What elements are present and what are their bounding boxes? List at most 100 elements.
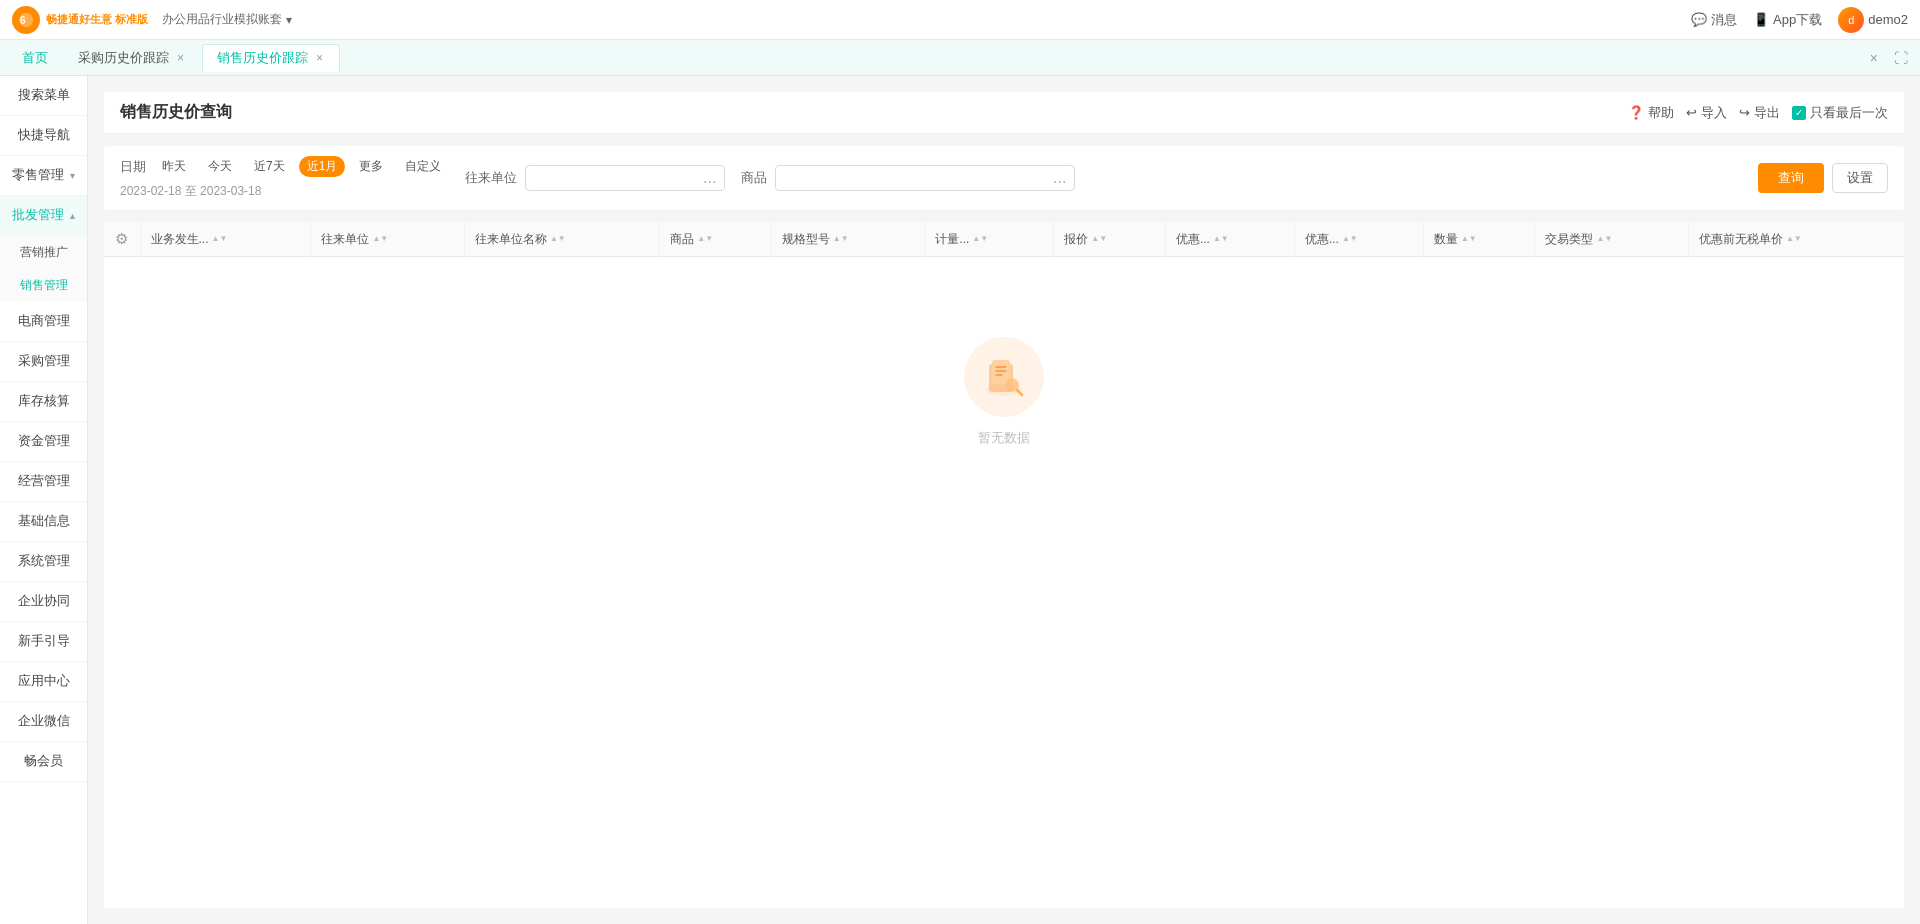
product-select-icon[interactable]: ... [1053,169,1066,187]
sidebar-item-app-center[interactable]: 应用中心 [0,662,87,702]
app-download-btn[interactable]: 📱 App下载 [1753,11,1822,29]
empty-state: 暂无数据 [104,257,1904,527]
tab-home[interactable]: 首页 [8,44,62,72]
tab-purchase-history[interactable]: 采购历史价跟踪 × [64,44,200,72]
tab-purchase-history-close[interactable]: × [175,51,186,65]
only-last-label: 只看最后一次 [1810,104,1888,122]
import-label: 导入 [1701,104,1727,122]
product-input-wrap[interactable]: ... [775,165,1075,191]
export-label: 导出 [1754,104,1780,122]
th-trade-type[interactable]: 交易类型 ▲▼ [1535,222,1688,257]
app-selector[interactable]: 办公用品行业模拟账套 ▾ [156,9,298,30]
sort-icon-5: ▲▼ [833,235,849,243]
tab-sales-history-label: 销售历史价跟踪 [217,49,308,67]
date-chip-more[interactable]: 更多 [351,156,391,177]
sidebar-item-inventory[interactable]: 库存核算 [0,382,87,422]
close-tab-action[interactable]: × [1866,48,1882,68]
sidebar-item-retail-mgmt[interactable]: 零售管理 ▾ [0,156,87,196]
user-menu[interactable]: d demo2 [1838,7,1908,33]
sidebar-item-purchase[interactable]: 采购管理 [0,342,87,382]
sidebar-item-ecommerce[interactable]: 电商管理 [0,302,87,342]
th-spec-sort[interactable]: 规格型号 ▲▼ [782,231,914,248]
th-unit-sort[interactable]: 计量... ▲▼ [935,231,1043,248]
fullscreen-action[interactable]: ⛶ [1890,48,1912,68]
sidebar-item-system[interactable]: 系统管理 [0,542,87,582]
date-chip-yesterday[interactable]: 昨天 [154,156,194,177]
import-btn[interactable]: ↩ 导入 [1686,104,1727,122]
sidebar-sales-mgmt-label: 销售管理 [20,278,68,292]
tab-sales-history-close[interactable]: × [314,51,325,65]
th-quantity[interactable]: 数量 ▲▼ [1423,222,1535,257]
gear-icon[interactable]: ⚙ [115,230,128,247]
sidebar-item-quick-nav[interactable]: 快捷导航 [0,116,87,156]
sidebar-item-newcomer[interactable]: 新手引导 [0,622,87,662]
date-chip-7days[interactable]: 近7天 [246,156,293,177]
th-discount2[interactable]: 优惠... ▲▼ [1294,222,1423,257]
th-spec[interactable]: 规格型号 ▲▼ [771,222,924,257]
th-partner-name-sort[interactable]: 往来单位名称 ▲▼ [475,231,649,248]
th-biz-date[interactable]: 业务发生... ▲▼ [140,222,311,257]
th-quantity-label: 数量 [1434,231,1458,248]
date-label: 日期 [120,158,146,176]
only-last-checkbox[interactable]: ✓ 只看最后一次 [1792,104,1888,122]
sort-icon-10: ▲▼ [1461,235,1477,243]
tab-sales-history[interactable]: 销售历史价跟踪 × [202,44,340,72]
sidebar-item-finance[interactable]: 资金管理 [0,422,87,462]
th-discount1-label: 优惠... [1176,231,1210,248]
th-quote[interactable]: 报价 ▲▼ [1054,222,1166,257]
th-quantity-sort[interactable]: 数量 ▲▼ [1434,231,1525,248]
date-range-text: 2023-02-18 至 2023-03-18 [120,183,449,200]
logo-icon: 6 [12,6,40,34]
export-icon: ↪ [1739,105,1750,120]
username-label: demo2 [1868,12,1908,27]
sidebar-item-marketing[interactable]: 营销推广 [0,236,87,269]
sidebar-item-search-menu[interactable]: 搜索菜单 [0,76,87,116]
date-chip-1month[interactable]: 近1月 [299,156,346,177]
sidebar-item-wholesale-mgmt[interactable]: 批发管理 ▴ [0,196,87,236]
th-quote-sort[interactable]: 报价 ▲▼ [1064,231,1155,248]
th-discount1-sort[interactable]: 优惠... ▲▼ [1176,231,1284,248]
th-partner-code[interactable]: 往来单位 ▲▼ [311,222,464,257]
sidebar-sub-wholesale: 营销推广 销售管理 [0,236,87,302]
message-btn[interactable]: 💬 消息 [1691,11,1737,29]
th-pre-tax-price-sort[interactable]: 优惠前无税单价 ▲▼ [1699,231,1894,248]
help-btn[interactable]: ❓ 帮助 [1628,104,1674,122]
page-header: 销售历史价查询 ❓ 帮助 ↩ 导入 ↪ 导出 ✓ 只看最后一次 [104,92,1904,134]
date-chips: 昨天 今天 近7天 近1月 更多 自定义 [154,156,449,177]
product-input[interactable] [784,171,1053,186]
settings-button[interactable]: 设置 [1832,163,1888,193]
th-partner-code-sort[interactable]: 往来单位 ▲▼ [321,231,453,248]
sidebar-item-sales-mgmt[interactable]: 销售管理 [0,269,87,302]
th-discount1[interactable]: 优惠... ▲▼ [1165,222,1294,257]
th-product-sort[interactable]: 商品 ▲▼ [670,231,761,248]
th-product[interactable]: 商品 ▲▼ [660,222,772,257]
sort-icon-2: ▲▼ [372,235,388,243]
sidebar-item-enterprise-wechat[interactable]: 企业微信 [0,702,87,742]
sidebar-enterprise-wechat-label: 企业微信 [18,712,70,730]
sort-icon-4: ▲▼ [697,235,713,243]
th-discount2-sort[interactable]: 优惠... ▲▼ [1305,231,1413,248]
sort-icon-8: ▲▼ [1213,235,1229,243]
product-label: 商品 [741,169,767,187]
export-btn[interactable]: ↪ 导出 [1739,104,1780,122]
sidebar-item-member[interactable]: 畅会员 [0,742,87,782]
th-biz-date-sort[interactable]: 业务发生... ▲▼ [151,231,301,248]
empty-svg-icon [979,352,1029,402]
sidebar-item-basic-info[interactable]: 基础信息 [0,502,87,542]
date-chip-custom[interactable]: 自定义 [397,156,449,177]
page-title: 销售历史价查询 [120,102,232,123]
sidebar-ecommerce-label: 电商管理 [18,312,70,330]
th-pre-tax-price[interactable]: 优惠前无税单价 ▲▼ [1688,222,1904,257]
partner-input[interactable] [534,171,703,186]
sidebar-item-operations[interactable]: 经营管理 [0,462,87,502]
th-product-label: 商品 [670,231,694,248]
th-unit[interactable]: 计量... ▲▼ [925,222,1054,257]
th-partner-name[interactable]: 往来单位名称 ▲▼ [464,222,659,257]
th-biz-date-label: 业务发生... [151,231,209,248]
partner-input-wrap[interactable]: ... [525,165,725,191]
date-chip-today[interactable]: 今天 [200,156,240,177]
sidebar-item-enterprise[interactable]: 企业协同 [0,582,87,622]
query-button[interactable]: 查询 [1758,163,1824,193]
partner-select-icon[interactable]: ... [703,169,716,187]
th-trade-type-sort[interactable]: 交易类型 ▲▼ [1545,231,1677,248]
